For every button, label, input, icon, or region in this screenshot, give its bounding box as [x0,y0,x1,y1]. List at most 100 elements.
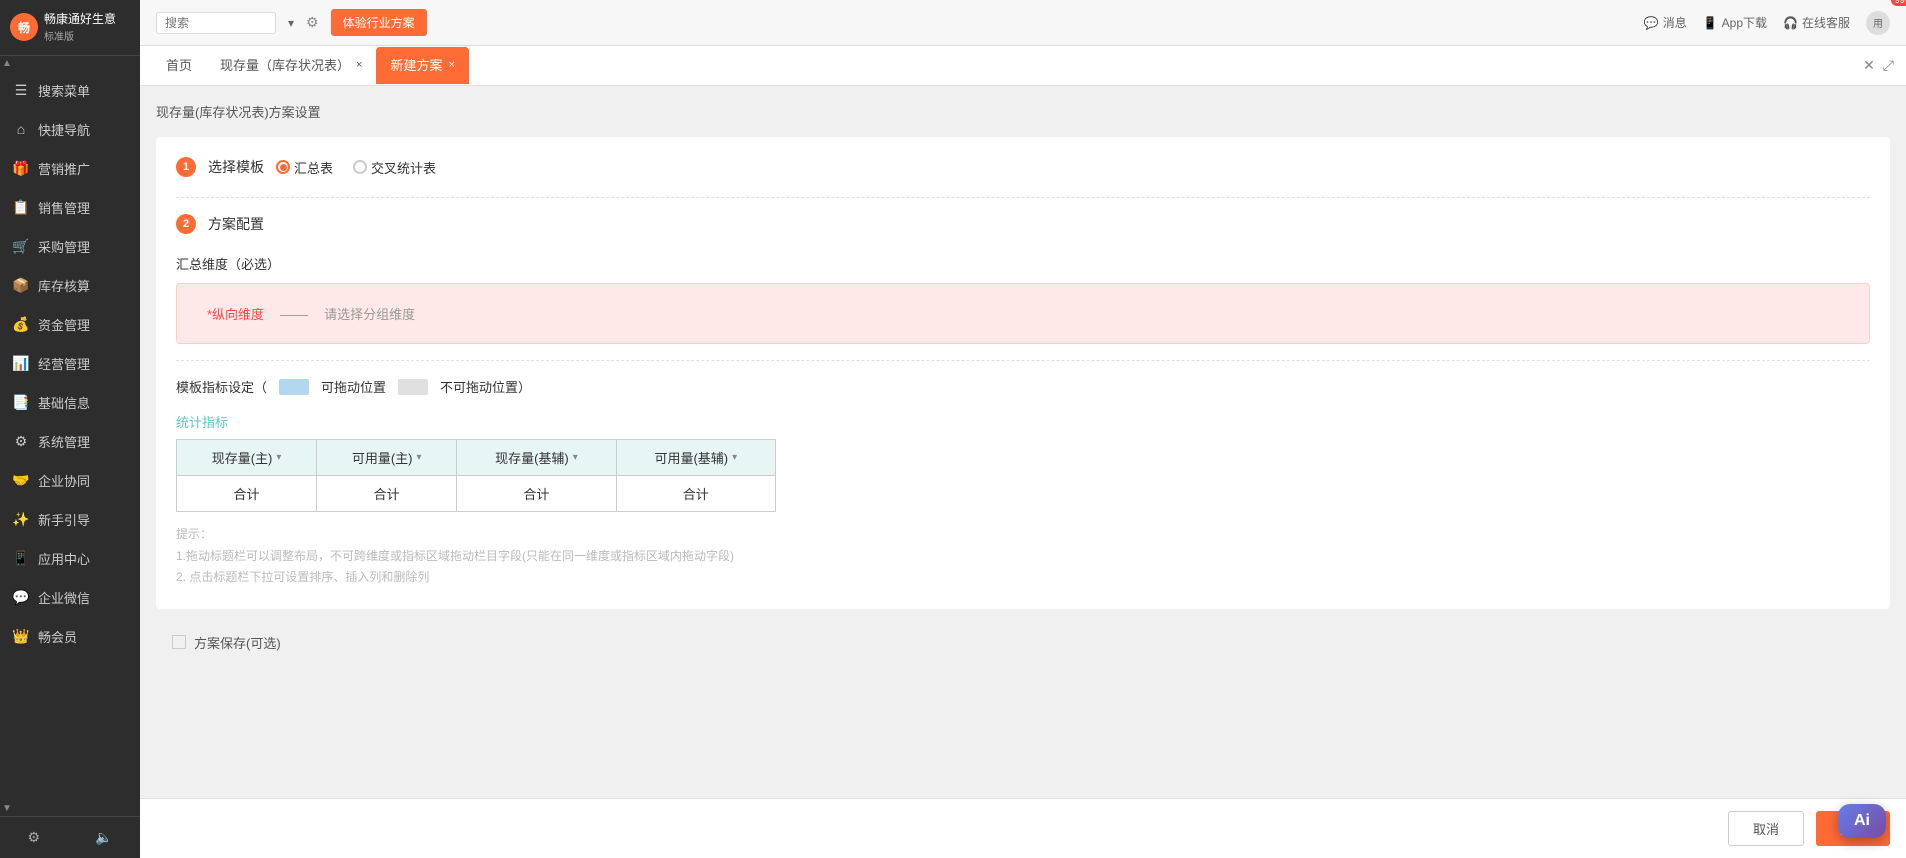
page-title: 现存量(库存状况表)方案设置 [156,102,1890,121]
basic-info-icon: 📑 [12,394,30,411]
stats-col-label-2: 现存量(基辅) [495,448,569,467]
sidebar: 畅 畅康通好生意 标准版 ▲ ☰ 搜索菜单 ⌂ 快捷导航 🎁 营销推广 📋 销售… [0,0,140,858]
sound-btn[interactable]: 🔈 [87,825,120,850]
ai-float-button[interactable]: Ai [1838,804,1886,838]
service-button[interactable]: 🎧 在线客服 [1783,14,1850,31]
template-radio-group: 汇总表 交叉统计表 [276,158,436,177]
col0-dropdown-icon[interactable]: ▾ [276,452,281,463]
message-button[interactable]: 💬 消息 99+ [1644,14,1687,31]
sidebar-item-enterprise[interactable]: 🤝 企业协同 [0,461,140,500]
sidebar-item-system[interactable]: ⚙ 系统管理 [0,422,140,461]
sidebar-item-member[interactable]: 👑 畅会员 [0,617,140,656]
wechat-icon: 💬 [12,589,30,606]
sidebar-item-label: 系统管理 [38,432,90,451]
step2-title: 方案配置 [208,214,264,234]
draggable-indicator [279,379,309,395]
stats-cell-1: 合计 [317,476,457,512]
gear-icon[interactable]: ⚙ [306,14,319,31]
sidebar-item-app-center[interactable]: 📱 应用中心 [0,539,140,578]
sidebar-item-purchase[interactable]: 🛒 采购管理 [0,227,140,266]
tabs-window-controls: ✕ ⤢ [1863,57,1894,74]
radio-summary[interactable]: 汇总表 [276,158,333,177]
sidebar-item-label: 营销推广 [38,159,90,178]
window-expand-icon[interactable]: ⤢ [1883,57,1894,74]
service-icon: 🎧 [1783,16,1798,30]
enterprise-icon: 🤝 [12,472,30,489]
content-area: 现存量(库存状况表)方案设置 1 选择模板 汇总表 交叉统计表 [140,86,1906,798]
tab-home-label: 首页 [166,55,192,74]
user-avatar[interactable]: 用 [1866,11,1890,35]
cancel-button[interactable]: 取消 [1728,811,1804,846]
sidebar-item-label: 库存核算 [38,276,90,295]
sidebar-item-wechat[interactable]: 💬 企业微信 [0,578,140,617]
sidebar-scroll-up[interactable]: ▲ [0,56,140,71]
sidebar-item-inventory[interactable]: 📦 库存核算 [0,266,140,305]
stats-cell-0: 合计 [177,476,317,512]
col1-dropdown-icon[interactable]: ▾ [417,452,422,463]
new-guide-icon: ✨ [12,511,30,528]
stats-col-label-0: 现存量(主) [212,448,273,467]
tab-inventory-close[interactable]: × [356,59,362,71]
stats-col-header-3[interactable]: 可用量(基辅) ▾ [616,440,775,476]
sidebar-item-new-guide[interactable]: ✨ 新手引导 [0,500,140,539]
stats-col-header-2[interactable]: 现存量(基辅) ▾ [457,440,616,476]
sidebar-item-finance[interactable]: 💰 资金管理 [0,305,140,344]
purchase-icon: 🛒 [12,238,30,255]
sidebar-item-operations[interactable]: 📊 经营管理 [0,344,140,383]
save-checkbox[interactable] [172,635,186,649]
tab-home[interactable]: 首页 [152,47,206,84]
sidebar-item-quick-nav[interactable]: ⌂ 快捷导航 [0,110,140,149]
tab-inventory-status[interactable]: 现存量（库存状况表） × [206,47,376,84]
avatar-icon: 用 [1866,11,1890,35]
dimension-placeholder: 请选择分组维度 [324,304,415,323]
config-card: 1 选择模板 汇总表 交叉统计表 2 方案配置 [156,137,1890,609]
stats-cell-3: 合计 [616,476,775,512]
app-edition: 标准版 [44,28,116,43]
finance-icon: 💰 [12,316,30,333]
sidebar-item-label: 采购管理 [38,237,90,256]
service-label: 在线客服 [1802,14,1850,31]
sidebar-item-label: 企业协同 [38,471,90,490]
system-icon: ⚙ [12,433,30,450]
tip-prefix: 提示： [176,524,1870,546]
sidebar-item-marketing[interactable]: 🎁 营销推广 [0,149,140,188]
tab-new-plan[interactable]: 新建方案 × [376,47,468,84]
step1-badge: 1 [176,157,196,177]
radio-cross-label: 交叉统计表 [371,158,436,177]
marketing-icon: 🎁 [12,160,30,177]
col2-dropdown-icon[interactable]: ▾ [573,452,578,463]
settings-btn[interactable]: ⚙ [20,825,49,850]
dimension-section-label: 汇总维度（必选） [176,254,1870,273]
stats-col-header-1[interactable]: 可用量(主) ▾ [317,440,457,476]
trial-industry-button[interactable]: 体验行业方案 [331,9,427,36]
radio-cross[interactable]: 交叉统计表 [353,158,436,177]
sidebar-item-sales[interactable]: 📋 销售管理 [0,188,140,227]
member-icon: 👑 [12,628,30,645]
search-input[interactable] [156,12,276,34]
search-menu-icon: ☰ [12,82,30,99]
stats-cell-2: 合计 [457,476,616,512]
tab-new-plan-close[interactable]: × [448,59,454,71]
search-dropdown[interactable]: ▾ [288,16,294,30]
col3-dropdown-icon[interactable]: ▾ [732,452,737,463]
sidebar-item-basic-info[interactable]: 📑 基础信息 [0,383,140,422]
dimension-box[interactable]: *纵向维度 —— 请选择分组维度 [176,283,1870,344]
dimension-arrow: —— [280,306,308,322]
app-name: 畅康通好生意 [44,12,116,28]
app-download-button[interactable]: 📱 App下载 [1703,14,1767,31]
stats-col-header-0[interactable]: 现存量(主) ▾ [177,440,317,476]
stats-table: 现存量(主) ▾ 可用量(主) ▾ [176,439,776,512]
save-checkbox-label: 方案保存(可选) [194,633,281,652]
sidebar-scroll-down[interactable]: ▼ [0,801,140,816]
sidebar-item-label: 快捷导航 [38,120,90,139]
step2-row: 2 方案配置 [176,214,1870,234]
window-close-icon[interactable]: ✕ [1863,57,1875,74]
stats-title: 统计指标 [176,412,1870,431]
sidebar-item-label: 经营管理 [38,354,90,373]
sales-icon: 📋 [12,199,30,216]
draggable-label: 可拖动位置 [321,377,386,396]
sidebar-item-search-menu[interactable]: ☰ 搜索菜单 [0,71,140,110]
topbar-right: 💬 消息 99+ 📱 App下载 🎧 在线客服 用 [1644,11,1890,35]
operations-icon: 📊 [12,355,30,372]
fixed-indicator [398,379,428,395]
